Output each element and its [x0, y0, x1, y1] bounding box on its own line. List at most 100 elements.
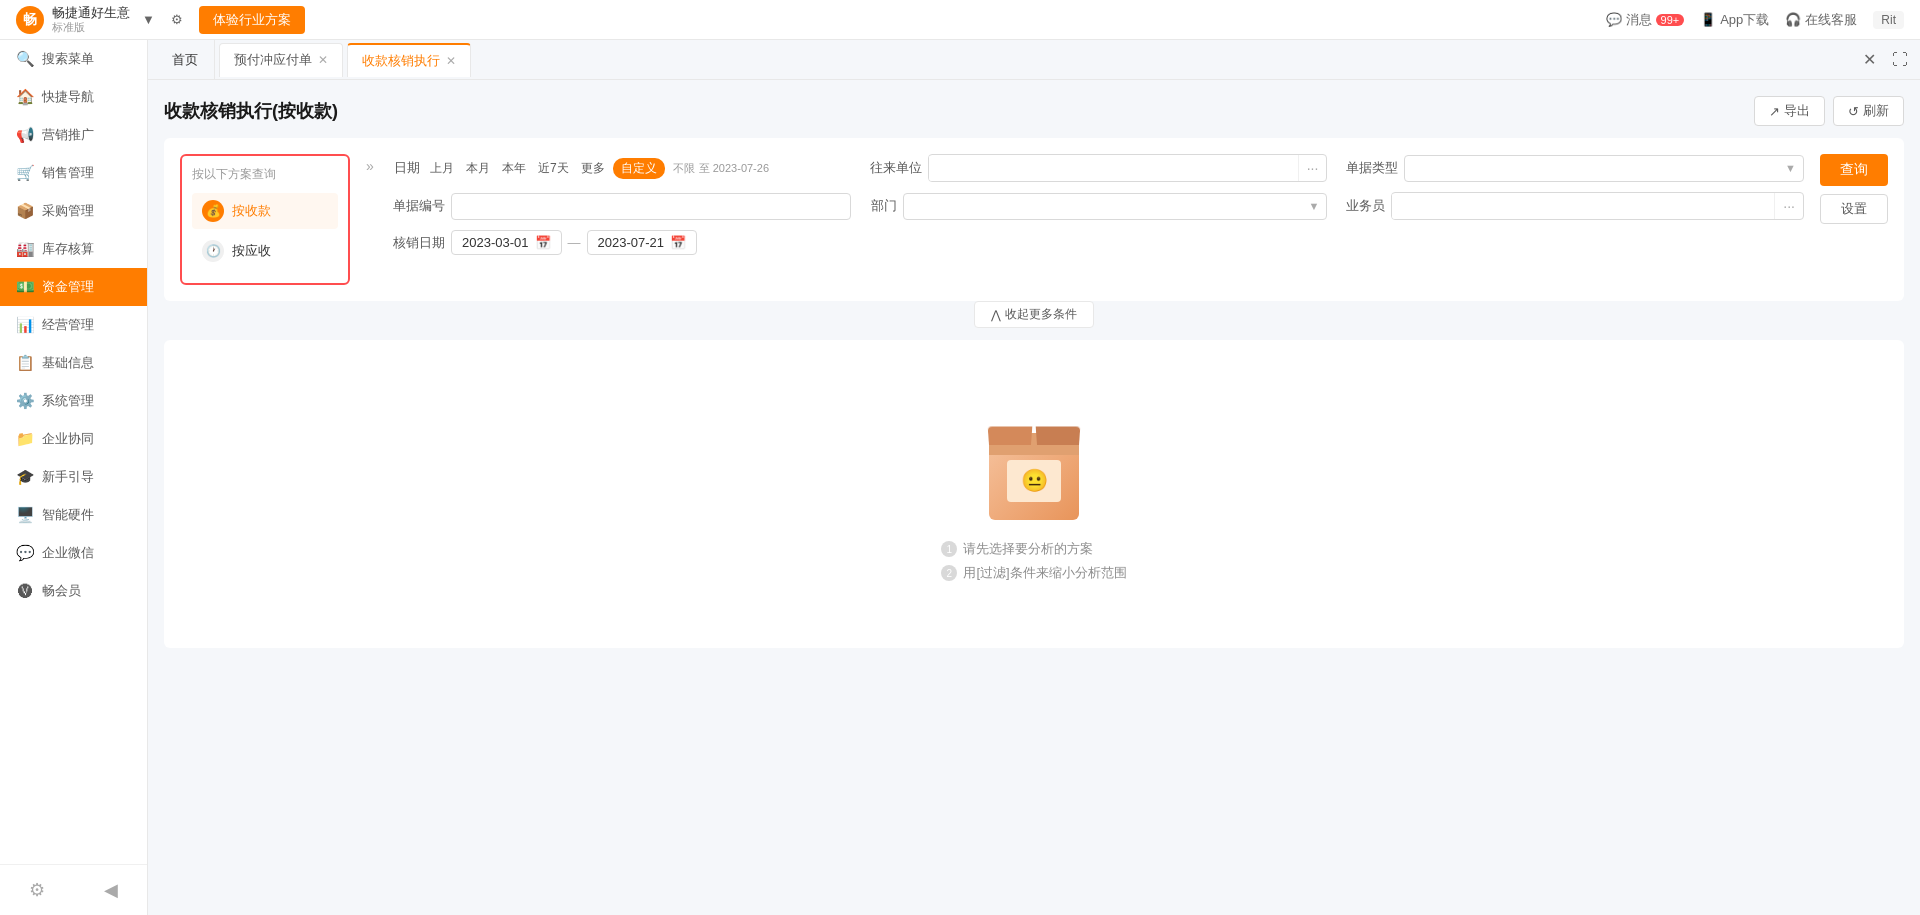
filter-dept-field: 部门 ▼	[867, 192, 1328, 220]
date-nolimit: 不限	[673, 161, 695, 176]
more-conditions-row: ⋀ 收起更多条件	[164, 301, 1904, 328]
export-icon: ↗	[1769, 104, 1780, 119]
topbar-dropdown-icon[interactable]: ▼	[142, 12, 155, 27]
sidebar-item-collab[interactable]: 📁 企业协同	[0, 420, 147, 458]
tip-num-2: 2	[941, 565, 957, 581]
date-shortcuts: 上月 本月 本年 近7天 更多 自定义 不限 至 2023-07-26	[426, 158, 769, 179]
member-icon: 🅥	[16, 583, 34, 600]
tab-writeoff[interactable]: 收款核销执行 ✕	[347, 43, 471, 77]
box-flap-left	[988, 427, 1033, 445]
tab-close-all-icon[interactable]: ✕	[1859, 46, 1880, 73]
filter-counterpart-field: 往来单位 ···	[867, 154, 1328, 182]
filter-employee-field: 业务员 ···	[1343, 192, 1804, 220]
dept-label: 部门	[867, 197, 897, 215]
topbar-left: 畅 畅捷通好生意 标准版 ▼ ⚙ 体验行业方案	[16, 5, 305, 34]
sidebar-item-guide[interactable]: 🎓 新手引导	[0, 458, 147, 496]
tab-bar: 首页 预付冲应付单 ✕ 收款核销执行 ✕ ✕ ⛶	[148, 40, 1920, 80]
sidebar-item-search[interactable]: 🔍 搜索菜单	[0, 40, 147, 78]
sidebar-item-system[interactable]: ⚙️ 系统管理	[0, 382, 147, 420]
calendar-start-icon[interactable]: 📅	[535, 235, 551, 250]
employee-input-wrapper: ···	[1391, 192, 1804, 220]
topbar-right: 💬 消息 99+ 📱 App下载 🎧 在线客服 Rit	[1606, 11, 1904, 29]
sidebar-item-hardware[interactable]: 🖥️ 智能硬件	[0, 496, 147, 534]
query-button[interactable]: 查询	[1820, 154, 1888, 186]
sidebar-item-basic-info[interactable]: 📋 基础信息	[0, 344, 147, 382]
tab-close-prepay[interactable]: ✕	[318, 53, 328, 67]
shortcut-more[interactable]: 更多	[577, 158, 609, 179]
filter-option-by-receipt[interactable]: 💰 按收款	[192, 193, 338, 229]
sidebar-item-wechat[interactable]: 💬 企业微信	[0, 534, 147, 572]
tab-close-writeoff[interactable]: ✕	[446, 54, 456, 68]
date-to-text: 至 2023-07-26	[699, 161, 769, 176]
tab-home[interactable]: 首页	[156, 40, 215, 80]
shortcut-this-month[interactable]: 本月	[462, 158, 494, 179]
shortcut-custom[interactable]: 自定义	[613, 158, 665, 179]
sidebar-item-finance[interactable]: 💵 资金管理	[0, 268, 147, 306]
sidebar-item-purchase[interactable]: 📦 采购管理	[0, 192, 147, 230]
sidebar-item-member[interactable]: 🅥 畅会员	[0, 572, 147, 610]
counterpart-input-wrapper: ···	[928, 154, 1328, 182]
app-download-button[interactable]: 📱 App下载	[1700, 11, 1769, 29]
shortcut-last-7days[interactable]: 近7天	[534, 158, 573, 179]
voucher-type-select-wrapper: ▼	[1404, 155, 1804, 182]
sidebar-collapse-icon[interactable]: ◀	[98, 873, 124, 907]
sidebar-item-sales[interactable]: 🛒 销售管理	[0, 154, 147, 192]
writeoff-end-date: 2023-07-21	[598, 235, 665, 250]
refresh-button[interactable]: ↺ 刷新	[1833, 96, 1904, 126]
sidebar-item-marketing[interactable]: 📢 营销推广	[0, 116, 147, 154]
sidebar-item-operations[interactable]: 📊 经营管理	[0, 306, 147, 344]
marketing-icon: 📢	[16, 126, 34, 144]
filter-left-title: 按以下方案查询	[192, 166, 338, 183]
receivable-icon: 🕐	[202, 240, 224, 262]
filter-settings-button[interactable]: 设置	[1820, 194, 1888, 224]
voucher-type-label: 单据类型	[1343, 159, 1398, 177]
page-actions: ↗ 导出 ↺ 刷新	[1754, 96, 1904, 126]
tab-expand-icon[interactable]: ⛶	[1888, 47, 1912, 73]
voucher-no-input[interactable]	[451, 193, 851, 220]
export-button[interactable]: ↗ 导出	[1754, 96, 1825, 126]
shortcut-this-year[interactable]: 本年	[498, 158, 530, 179]
sidebar-bottom: ⚙ ◀	[0, 864, 147, 915]
hardware-icon: 🖥️	[16, 506, 34, 524]
dept-select[interactable]	[903, 193, 1328, 220]
sidebar-settings-icon[interactable]: ⚙	[23, 873, 51, 907]
page-header: 收款核销执行(按收款) ↗ 导出 ↺ 刷新	[164, 96, 1904, 126]
counterpart-dots-btn[interactable]: ···	[1298, 155, 1327, 181]
employee-dots-btn[interactable]: ···	[1774, 193, 1803, 219]
chevron-up-icon: ⋀	[991, 308, 1001, 322]
user-account[interactable]: Rit	[1873, 11, 1904, 29]
voucher-type-select[interactable]	[1404, 155, 1804, 182]
calendar-end-icon[interactable]: 📅	[670, 235, 686, 250]
sidebar-item-quicknav[interactable]: 🏠 快捷导航	[0, 78, 147, 116]
filter-form: 日期 上月 本月 本年 近7天 更多 自定义 不限 至 2023-07-26	[390, 154, 1804, 285]
tab-prepay[interactable]: 预付冲应付单 ✕	[219, 43, 343, 77]
date-label: 日期	[390, 159, 420, 177]
voucher-no-label: 单据编号	[390, 197, 445, 215]
message-icon: 💬	[1606, 12, 1622, 27]
counterpart-label: 往来单位	[867, 159, 922, 177]
system-icon: ⚙️	[16, 392, 34, 410]
wechat-icon: 💬	[16, 544, 34, 562]
counterpart-input[interactable]	[929, 156, 1298, 181]
dept-select-wrapper: ▼	[903, 193, 1328, 220]
app-icon: 📱	[1700, 12, 1716, 27]
logo: 畅	[16, 6, 44, 34]
sidebar-item-inventory[interactable]: 🏭 库存核算	[0, 230, 147, 268]
settings-icon[interactable]: ⚙	[163, 6, 191, 34]
more-conditions-button[interactable]: ⋀ 收起更多条件	[974, 301, 1094, 328]
empty-state: 😐 1 请先选择要分析的方案 2 用[过滤]条件来缩小分析范围	[164, 340, 1904, 648]
collab-icon: 📁	[16, 430, 34, 448]
empty-tip-2: 2 用[过滤]条件来缩小分析范围	[941, 564, 1126, 582]
filter-date-field: 日期 上月 本月 本年 近7天 更多 自定义 不限 至 2023-07-26	[390, 154, 851, 182]
message-button[interactable]: 💬 消息 99+	[1606, 11, 1685, 29]
query-actions: 查询 设置	[1820, 154, 1888, 285]
filter-option-by-receivable[interactable]: 🕐 按应收	[192, 233, 338, 269]
online-service-button[interactable]: 🎧 在线客服	[1785, 11, 1857, 29]
message-badge: 99+	[1656, 14, 1685, 26]
employee-input[interactable]	[1392, 194, 1774, 219]
filter-collapse-icon[interactable]: »	[358, 154, 382, 174]
employee-label: 业务员	[1343, 197, 1385, 215]
shortcut-last-month[interactable]: 上月	[426, 158, 458, 179]
writeoff-start-input-wrapper: 2023-03-01 📅	[451, 230, 562, 255]
solution-button[interactable]: 体验行业方案	[199, 6, 305, 34]
